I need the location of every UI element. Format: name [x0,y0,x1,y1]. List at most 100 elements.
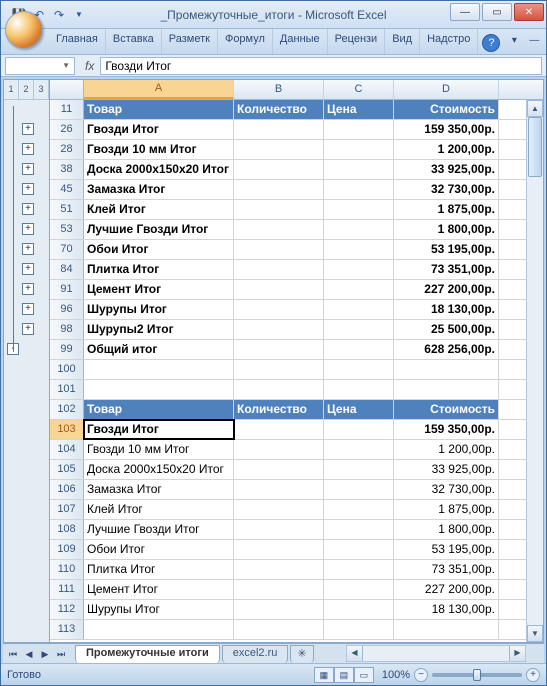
cell[interactable] [324,320,394,339]
cell[interactable] [324,600,394,619]
cell[interactable]: Цемент Итог [84,580,234,599]
cell[interactable] [234,500,324,519]
cell[interactable]: Лучшие Гвозди Итог [84,520,234,539]
row-header[interactable]: 45 [50,180,84,199]
vertical-scrollbar[interactable]: ▲ ▼ [526,100,543,642]
row-header[interactable]: 26 [50,120,84,139]
zoom-in-icon[interactable]: + [526,668,540,682]
row-header[interactable]: 103 [50,420,84,439]
row-header[interactable]: 112 [50,600,84,619]
cell[interactable]: 73 351,00р. [394,560,499,579]
cell[interactable]: Плитка Итог [84,260,234,279]
cell[interactable]: 25 500,00р. [394,320,499,339]
workbook-minimize-icon[interactable]: — [526,35,542,49]
fx-icon[interactable]: fx [85,59,94,73]
outline-expand-icon[interactable]: + [22,183,34,195]
cell[interactable]: Лучшие Гвозди Итог [84,220,234,239]
cell[interactable] [324,340,394,359]
office-button[interactable] [5,11,43,49]
cell[interactable]: 33 925,00р. [394,460,499,479]
cell[interactable] [324,140,394,159]
cell[interactable]: Стоимость [394,100,499,119]
close-button[interactable]: ✕ [514,3,544,21]
outline-level-2[interactable]: 2 [19,80,34,99]
cell[interactable]: 1 800,00р. [394,520,499,539]
cell[interactable] [324,620,394,639]
sheet-nav-prev-icon[interactable]: ◀ [21,646,37,662]
cell[interactable]: Обои Итог [84,540,234,559]
cell[interactable] [324,220,394,239]
cell[interactable] [234,480,324,499]
row-header[interactable]: 106 [50,480,84,499]
cell[interactable] [324,440,394,459]
cell[interactable]: Гвозди 10 мм Итог [84,440,234,459]
sheet-tab-insert[interactable]: ✳ [290,645,313,663]
cell[interactable] [324,260,394,279]
cell[interactable] [324,160,394,179]
cell[interactable]: Обои Итог [84,240,234,259]
row-header[interactable]: 100 [50,360,84,379]
cell[interactable]: Гвозди Итог [84,420,234,439]
cell[interactable]: 1 800,00р. [394,220,499,239]
cell[interactable]: Клей Итог [84,200,234,219]
outline-level-1[interactable]: 1 [4,80,19,99]
cell[interactable]: 1 200,00р. [394,440,499,459]
cell[interactable]: 33 925,00р. [394,160,499,179]
qat-dropdown-icon[interactable]: ▼ [71,7,87,23]
outline-expand-icon[interactable]: + [22,163,34,175]
minimize-button[interactable]: — [450,3,480,21]
cell[interactable] [324,460,394,479]
cell[interactable] [324,200,394,219]
tab-layout[interactable]: Разметк [162,29,218,54]
outline-expand-icon[interactable]: + [22,303,34,315]
col-header-d[interactable]: D [394,80,499,99]
cell[interactable]: Цена [324,400,394,419]
row-header[interactable]: 84 [50,260,84,279]
outline-expand-icon[interactable]: + [22,143,34,155]
cell[interactable] [234,260,324,279]
cell[interactable] [234,360,324,379]
scroll-down-icon[interactable]: ▼ [527,625,543,642]
cell[interactable] [394,360,499,379]
sheet-nav-first-icon[interactable]: ⏮ [5,646,21,662]
cell[interactable] [234,200,324,219]
redo-icon[interactable]: ↷ [51,7,67,23]
outline-expand-icon[interactable]: + [22,263,34,275]
row-header[interactable]: 108 [50,520,84,539]
col-header-a[interactable]: A [84,80,234,99]
name-box-dropdown-icon[interactable]: ▼ [62,61,70,70]
cell[interactable]: Цена [324,100,394,119]
row-header[interactable]: 28 [50,140,84,159]
cell[interactable]: Общий итог [84,340,234,359]
cell[interactable] [234,560,324,579]
cell[interactable]: 1 200,00р. [394,140,499,159]
zoom-thumb[interactable] [473,669,481,681]
hscroll-right-icon[interactable]: ▶ [509,646,525,661]
row-header[interactable]: 101 [50,380,84,399]
cell[interactable] [394,620,499,639]
cell[interactable] [84,360,234,379]
row-header[interactable]: 111 [50,580,84,599]
view-layout-icon[interactable]: ▤ [334,667,354,683]
cell[interactable]: Стоимость [394,400,499,419]
cell[interactable] [234,140,324,159]
cell[interactable]: Шурупы Итог [84,600,234,619]
tab-home[interactable]: Главная [49,29,106,54]
cell[interactable]: Замазка Итог [84,480,234,499]
outline-expand-icon[interactable]: + [22,283,34,295]
cell[interactable] [324,560,394,579]
help-icon[interactable]: ? [482,34,500,52]
outline-expand-icon[interactable]: + [22,323,34,335]
cell[interactable] [84,380,234,399]
cell[interactable]: 159 350,00р. [394,420,499,439]
tab-review[interactable]: Рецензи [328,29,386,54]
hscroll-left-icon[interactable]: ◀ [347,646,363,661]
cell[interactable] [234,220,324,239]
cell[interactable]: Доска 2000х150х20 Итог [84,460,234,479]
outline-expand-icon[interactable]: + [22,243,34,255]
cell[interactable] [234,440,324,459]
cell[interactable] [234,420,324,439]
sheet-nav-next-icon[interactable]: ▶ [37,646,53,662]
cell[interactable] [234,240,324,259]
cell[interactable] [324,420,394,439]
